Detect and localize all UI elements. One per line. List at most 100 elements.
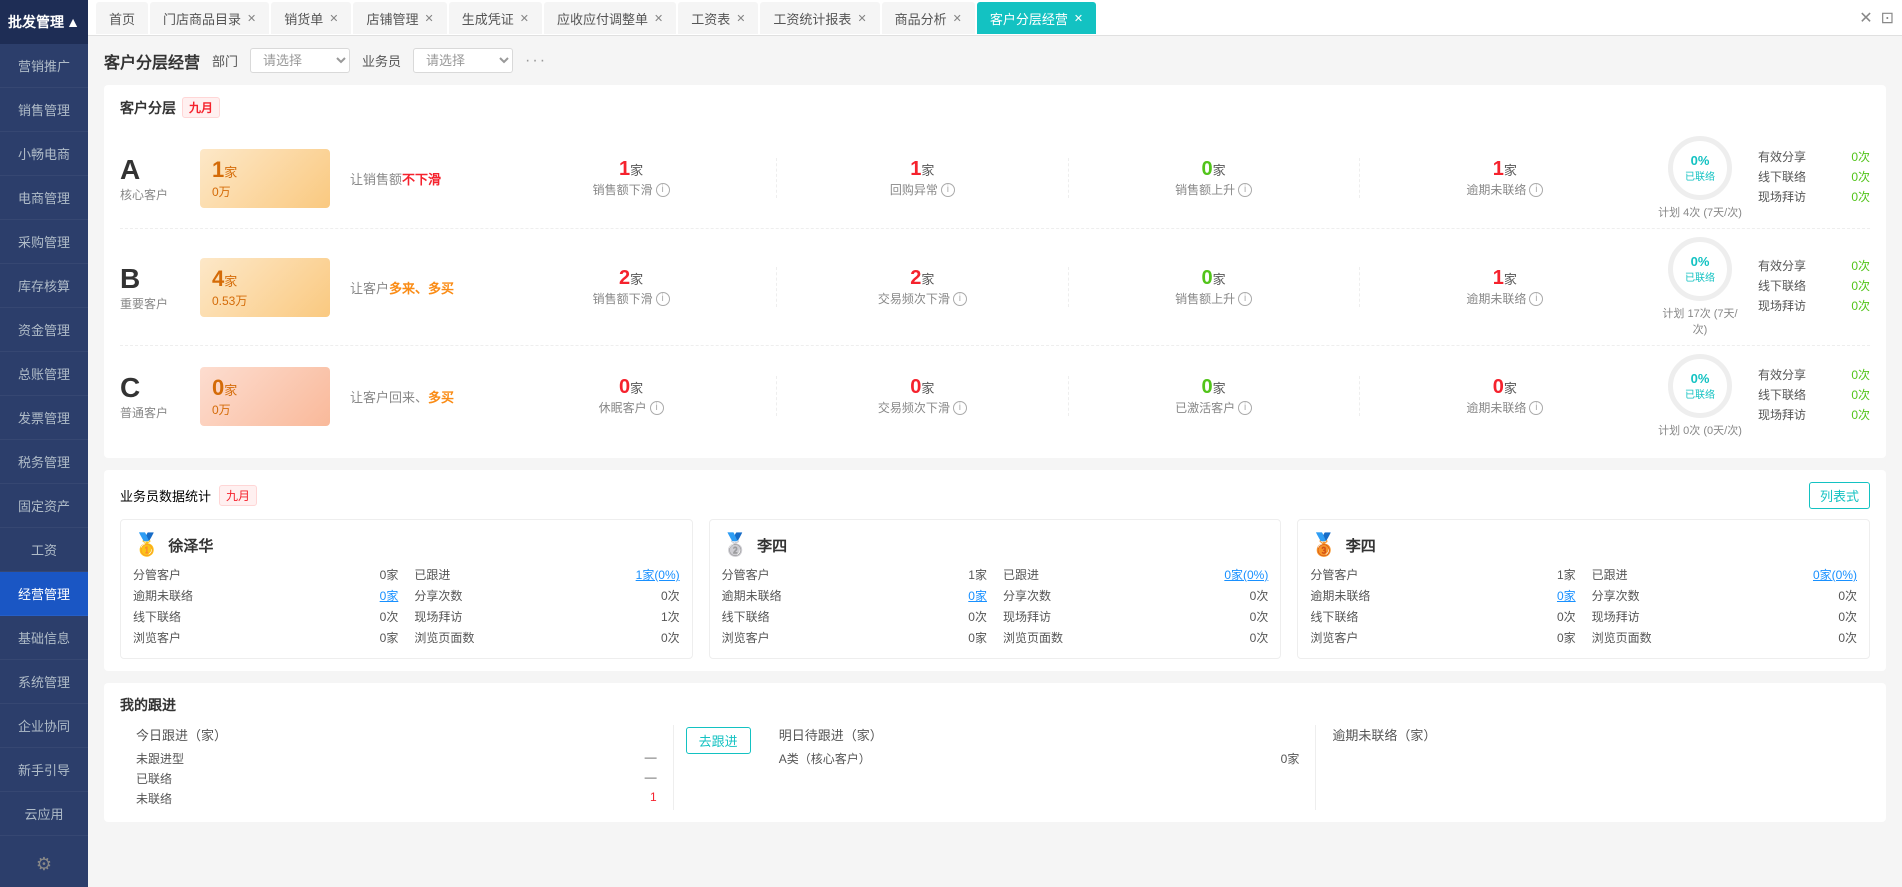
circle-ring: 0%已联络 [1668, 237, 1732, 301]
tab-工资统计报表[interactable]: 工资统计报表✕ [760, 2, 879, 34]
tab-close-icon[interactable]: ✕ [247, 12, 256, 25]
settings-button[interactable]: ⚙ [0, 842, 88, 887]
sidebar-item-电商管理[interactable]: 电商管理 [0, 176, 88, 220]
sp-stats: 分管客户0家已跟进1家(0%)逾期未联络0家分享次数0次线下联络0次现场拜访1次… [133, 566, 680, 646]
sidebar-item-发票管理[interactable]: 发票管理 [0, 396, 88, 440]
sidebar-item-云应用[interactable]: 云应用 [0, 792, 88, 836]
sp-stat-label: 浏览客户 [1310, 629, 1358, 646]
info-icon[interactable]: i [1238, 292, 1252, 306]
close-window-icon[interactable]: ✕ [1859, 8, 1872, 28]
stat-num: 0家 [1077, 376, 1351, 399]
sp-stat-row: 分管客户1家 [1310, 566, 1575, 583]
sidebar-top[interactable]: 批发管理 ▲ [0, 0, 88, 44]
today-followup-col: 今日跟进（家） 未跟进型—已联络—未联络1 [120, 725, 674, 810]
tab-close-icon[interactable]: ✕ [857, 12, 866, 25]
sidebar-item-系统管理[interactable]: 系统管理 [0, 660, 88, 704]
dept-filter-select[interactable]: 请选择 [250, 48, 350, 73]
tier-count-num: 1家 [212, 157, 318, 183]
tab-bar: 首页门店商品目录✕销货单✕店铺管理✕生成凭证✕应收应付调整单✕工资表✕工资统计报… [88, 0, 1902, 36]
sp-stats: 分管客户1家已跟进0家(0%)逾期未联络0家分享次数0次线下联络0次现场拜访0次… [1310, 566, 1857, 646]
right-stat-val: 0次 [1851, 297, 1870, 314]
tab-close-icon[interactable]: ✕ [953, 12, 962, 25]
month-badge: 九月 [182, 97, 220, 118]
info-icon[interactable]: i [953, 292, 967, 306]
sidebar-item-经营管理[interactable]: 经营管理 [0, 572, 88, 616]
info-icon[interactable]: i [1238, 183, 1252, 197]
info-icon[interactable]: i [1238, 401, 1252, 415]
sidebar-item-小畅电商[interactable]: 小畅电商 [0, 132, 88, 176]
sidebar-item-固定资产[interactable]: 固定资产 [0, 484, 88, 528]
sp-stat-label: 浏览页面数 [1592, 629, 1652, 646]
right-stats-A: 有效分享0次线下联络0次现场拜访0次 [1750, 148, 1870, 208]
sp-stat-value[interactable]: 0家(0%) [1813, 566, 1857, 583]
sp-stat-value[interactable]: 0家 [380, 587, 399, 604]
tab-close-icon[interactable]: ✕ [425, 12, 434, 25]
sp-stat-value[interactable]: 0家 [968, 587, 987, 604]
tab-close-icon[interactable]: ✕ [654, 12, 663, 25]
more-filters-icon[interactable]: ··· [525, 52, 547, 70]
info-icon[interactable]: i [656, 292, 670, 306]
sidebar-item-基础信息[interactable]: 基础信息 [0, 616, 88, 660]
circle-sub: 计划 0次 (0天/次) [1658, 422, 1742, 438]
tier-count-box-B: 4家0.53万 [200, 258, 330, 317]
tab-商品分析[interactable]: 商品分析✕ [882, 2, 975, 34]
sp-stat-value[interactable]: 1家(0%) [636, 566, 680, 583]
sp-stat-label: 线下联络 [133, 608, 181, 625]
sidebar-item-营销推广[interactable]: 营销推广 [0, 44, 88, 88]
right-stat-val: 0次 [1851, 386, 1870, 403]
sp-medal: 🥈 [722, 532, 749, 558]
tab-店铺管理[interactable]: 店铺管理✕ [353, 2, 446, 34]
tab-销货单[interactable]: 销货单✕ [271, 2, 351, 34]
overdue-followup-col: 逾期未联络（家） [1316, 725, 1870, 810]
info-icon[interactable]: i [941, 183, 955, 197]
sp-stat-value[interactable]: 0家 [1557, 587, 1576, 604]
info-icon[interactable]: i [656, 183, 670, 197]
info-icon[interactable]: i [953, 401, 967, 415]
tab-应收应付调整单[interactable]: 应收应付调整单✕ [544, 2, 676, 34]
right-stat-label: 有效分享 [1758, 257, 1806, 274]
sp-stat-row: 浏览页面数0次 [414, 629, 679, 646]
sidebar-collapse-icon[interactable]: ▲ [66, 14, 80, 30]
info-icon[interactable]: i [1529, 292, 1543, 306]
sidebar-item-采购管理[interactable]: 采购管理 [0, 220, 88, 264]
tab-工资表[interactable]: 工资表✕ [678, 2, 758, 34]
tab-首页[interactable]: 首页 [96, 2, 148, 34]
circle-label: 已联络 [1685, 269, 1715, 284]
followup-today-row: 未跟进型— [136, 750, 657, 767]
sidebar-item-税务管理[interactable]: 税务管理 [0, 440, 88, 484]
sidebar-item-总账管理[interactable]: 总账管理 [0, 352, 88, 396]
tab-close-icon[interactable]: ✕ [329, 12, 338, 25]
tab-close-icon[interactable]: ✕ [1074, 12, 1083, 25]
go-followup-button[interactable]: 去跟进 [686, 727, 751, 754]
sidebar-item-库存核算[interactable]: 库存核算 [0, 264, 88, 308]
stat-num: 0家 [785, 376, 1059, 399]
sidebar-item-新手引导[interactable]: 新手引导 [0, 748, 88, 792]
sidebar-item-工资[interactable]: 工资 [0, 528, 88, 572]
list-view-button[interactable]: 列表式 [1809, 482, 1870, 509]
stat-num: 0家 [1368, 376, 1642, 399]
tab-门店商品目录[interactable]: 门店商品目录✕ [150, 2, 269, 34]
salesperson-filter-select[interactable]: 请选择 [413, 48, 513, 73]
tab-close-icon[interactable]: ✕ [520, 12, 529, 25]
sidebar-item-企业协同[interactable]: 企业协同 [0, 704, 88, 748]
dept-filter-label: 部门 [212, 51, 238, 70]
tier-name: 普通客户 [120, 404, 200, 421]
sp-stat-value[interactable]: 0家(0%) [1224, 566, 1268, 583]
sp-stat-value: 0次 [661, 587, 680, 604]
sp-stats: 分管客户1家已跟进0家(0%)逾期未联络0家分享次数0次线下联络0次现场拜访0次… [722, 566, 1269, 646]
stat-cell: 0家已激活客户 i [1069, 376, 1360, 416]
stat-cell: 0家休眠客户 i [486, 376, 777, 416]
circle-sub: 计划 4次 (7天/次) [1658, 204, 1742, 220]
sp-stat-row: 逾期未联络0家 [722, 587, 987, 604]
sidebar-item-销售管理[interactable]: 销售管理 [0, 88, 88, 132]
sp-stat-value: 0家 [380, 629, 399, 646]
tab-生成凭证[interactable]: 生成凭证✕ [449, 2, 542, 34]
info-icon[interactable]: i [1529, 183, 1543, 197]
tab-客户分层经营[interactable]: 客户分层经营✕ [977, 2, 1096, 34]
right-stat-row: 线下联络0次 [1758, 277, 1870, 294]
info-icon[interactable]: i [1529, 401, 1543, 415]
tab-close-icon[interactable]: ✕ [736, 12, 745, 25]
restore-window-icon[interactable]: ⊡ [1881, 8, 1894, 28]
sidebar-item-资金管理[interactable]: 资金管理 [0, 308, 88, 352]
info-icon[interactable]: i [650, 401, 664, 415]
